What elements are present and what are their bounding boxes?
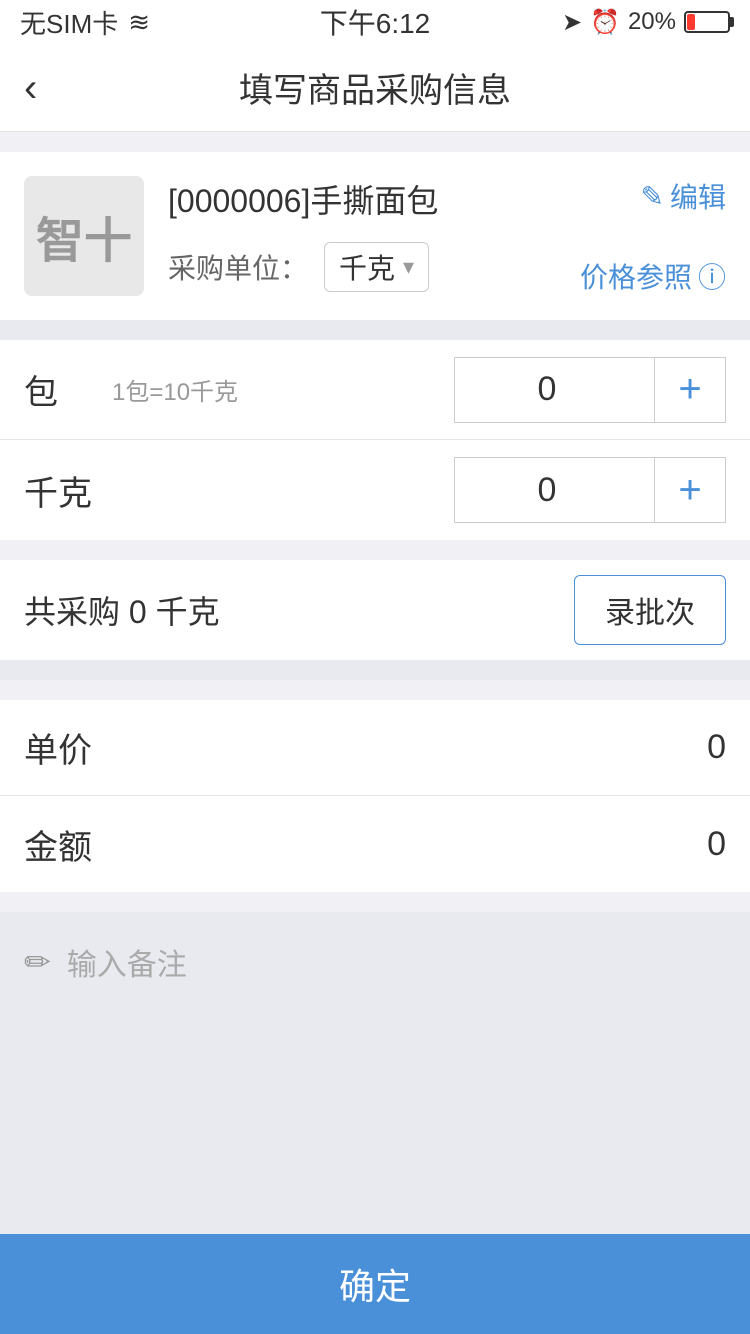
price-ref-button[interactable]: 价格参照 ⓘ [580, 256, 726, 296]
wifi-icon: ≋ [128, 7, 150, 38]
status-time: 下午6:12 [320, 2, 431, 42]
back-button[interactable]: ‹ [24, 68, 37, 108]
unit-selector[interactable]: 千克 ▾ [324, 242, 429, 292]
unit-price-row: 单价 0 [0, 700, 750, 796]
bag-input-right: + [454, 357, 726, 423]
notes-section[interactable]: ✏ 输入备注 [0, 912, 750, 1012]
price-ref-label: 价格参照 [580, 256, 692, 296]
amount-row: 金额 0 [0, 796, 750, 892]
kg-plus-button[interactable]: + [654, 457, 726, 523]
batch-button[interactable]: 录批次 [574, 575, 726, 645]
kg-label: 千克 [24, 466, 104, 515]
nav-bar: ‹ 填写商品采购信息 [0, 44, 750, 132]
price-section: 单价 0 金额 0 [0, 700, 750, 892]
summary-text: 共采购 0 千克 [24, 587, 220, 633]
bag-plus-button[interactable]: + [654, 357, 726, 423]
edit-button[interactable]: ✎ 编辑 [641, 176, 726, 216]
section-divider-1 [0, 320, 750, 340]
location-icon: ➤ [562, 8, 582, 37]
unit-label: 采购单位： [168, 247, 308, 287]
battery-percent: 20% [628, 8, 676, 36]
status-bar: 无SIM卡 ≋ 下午6:12 ➤ ⏰ 20% [0, 0, 750, 44]
info-icon: ⓘ [698, 256, 726, 296]
bag-input-row: 包 1包=10千克 + [0, 340, 750, 440]
carrier-label: 无SIM卡 [20, 4, 118, 41]
bag-sublabel: 1包=10千克 [112, 372, 238, 407]
amount-value: 0 [707, 825, 726, 864]
product-image: 智十 [24, 176, 144, 296]
battery-icon [684, 11, 730, 33]
edit-label: 编辑 [670, 176, 726, 216]
kg-input-right: + [454, 457, 726, 523]
kg-quantity-input[interactable] [454, 457, 654, 523]
page-title: 填写商品采购信息 [239, 63, 511, 112]
unit-price-label: 单价 [24, 723, 92, 772]
unit-value: 千克 [339, 247, 395, 287]
summary-row: 共采购 0 千克 录批次 [0, 560, 750, 660]
bag-label: 包 [24, 365, 104, 414]
kg-input-row: 千克 + [0, 440, 750, 540]
notes-placeholder: 输入备注 [67, 940, 187, 984]
amount-label: 金额 [24, 820, 92, 869]
input-section: 包 1包=10千克 + 千克 + [0, 340, 750, 540]
pencil-icon: ✏ [24, 943, 51, 981]
unit-price-value: 0 [707, 728, 726, 767]
alarm-icon: ⏰ [590, 8, 620, 37]
chevron-down-icon: ▾ [403, 254, 414, 280]
confirm-button[interactable]: 确定 [0, 1234, 750, 1334]
bag-quantity-input[interactable] [454, 357, 654, 423]
product-logo: 智十 [36, 201, 132, 271]
section-divider-2 [0, 660, 750, 680]
product-card: 智十 [0000006]手撕面包 采购单位： 千克 ▾ ✎ 编辑 价格参照 ⓘ [0, 152, 750, 320]
status-bar-left: 无SIM卡 ≋ [20, 4, 150, 41]
status-bar-right: ➤ ⏰ 20% [562, 8, 730, 37]
edit-icon: ✎ [641, 180, 664, 213]
